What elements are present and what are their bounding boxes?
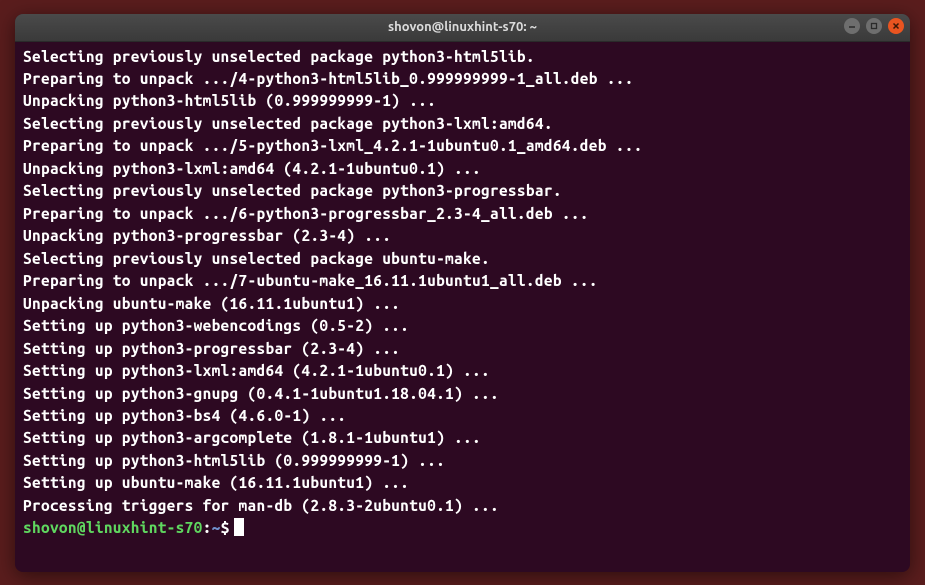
terminal-line: Setting up python3-progressbar (2.3-4) .… bbox=[23, 338, 902, 360]
terminal-line: Selecting previously unselected package … bbox=[23, 46, 902, 68]
terminal-line: Preparing to unpack .../7-ubuntu-make_16… bbox=[23, 270, 902, 292]
terminal-line: Setting up python3-lxml:amd64 (4.2.1-1ub… bbox=[23, 360, 902, 382]
terminal-body[interactable]: Selecting previously unselected package … bbox=[15, 42, 910, 572]
prompt-separator: : bbox=[203, 519, 212, 536]
window-controls bbox=[844, 18, 904, 34]
terminal-line: Selecting previously unselected package … bbox=[23, 113, 902, 135]
titlebar: shovon@linuxhint-s70: ~ bbox=[15, 14, 910, 42]
terminal-line: Setting up python3-webencodings (0.5-2) … bbox=[23, 315, 902, 337]
prompt-user-host: shovon@linuxhint-s70 bbox=[23, 519, 203, 536]
terminal-line: Unpacking python3-progressbar (2.3-4) ..… bbox=[23, 225, 902, 247]
maximize-icon bbox=[870, 22, 878, 30]
terminal-line: Preparing to unpack .../6-python3-progre… bbox=[23, 203, 902, 225]
terminal-line: Setting up python3-argcomplete (1.8.1-1u… bbox=[23, 427, 902, 449]
close-button[interactable] bbox=[888, 18, 904, 34]
terminal-line: Processing triggers for man-db (2.8.3-2u… bbox=[23, 495, 902, 517]
prompt-symbol: $ bbox=[221, 519, 230, 536]
minimize-button[interactable] bbox=[844, 18, 860, 34]
terminal-line: Preparing to unpack .../4-python3-html5l… bbox=[23, 68, 902, 90]
prompt-path: ~ bbox=[212, 519, 221, 536]
cursor bbox=[234, 518, 244, 536]
terminal-line: Setting up python3-gnupg (0.4.1-1ubuntu1… bbox=[23, 383, 902, 405]
terminal-line: Unpacking ubuntu-make (16.11.1ubuntu1) .… bbox=[23, 293, 902, 315]
terminal-line: Unpacking python3-html5lib (0.999999999-… bbox=[23, 90, 902, 112]
close-icon bbox=[892, 22, 900, 30]
prompt-line: shovon@linuxhint-s70:~$ bbox=[23, 517, 902, 539]
minimize-icon bbox=[848, 22, 856, 30]
terminal-output: Selecting previously unselected package … bbox=[23, 46, 902, 518]
terminal-line: Unpacking python3-lxml:amd64 (4.2.1-1ubu… bbox=[23, 158, 902, 180]
maximize-button[interactable] bbox=[866, 18, 882, 34]
terminal-line: Setting up ubuntu-make (16.11.1ubuntu1) … bbox=[23, 472, 902, 494]
terminal-line: Preparing to unpack .../5-python3-lxml_4… bbox=[23, 135, 902, 157]
terminal-line: Selecting previously unselected package … bbox=[23, 180, 902, 202]
window-title: shovon@linuxhint-s70: ~ bbox=[388, 20, 537, 34]
terminal-line: Setting up python3-bs4 (4.6.0-1) ... bbox=[23, 405, 902, 427]
terminal-window: shovon@linuxhint-s70: ~ Selecting previo… bbox=[15, 14, 910, 572]
terminal-line: Selecting previously unselected package … bbox=[23, 248, 902, 270]
terminal-line: Setting up python3-html5lib (0.999999999… bbox=[23, 450, 902, 472]
